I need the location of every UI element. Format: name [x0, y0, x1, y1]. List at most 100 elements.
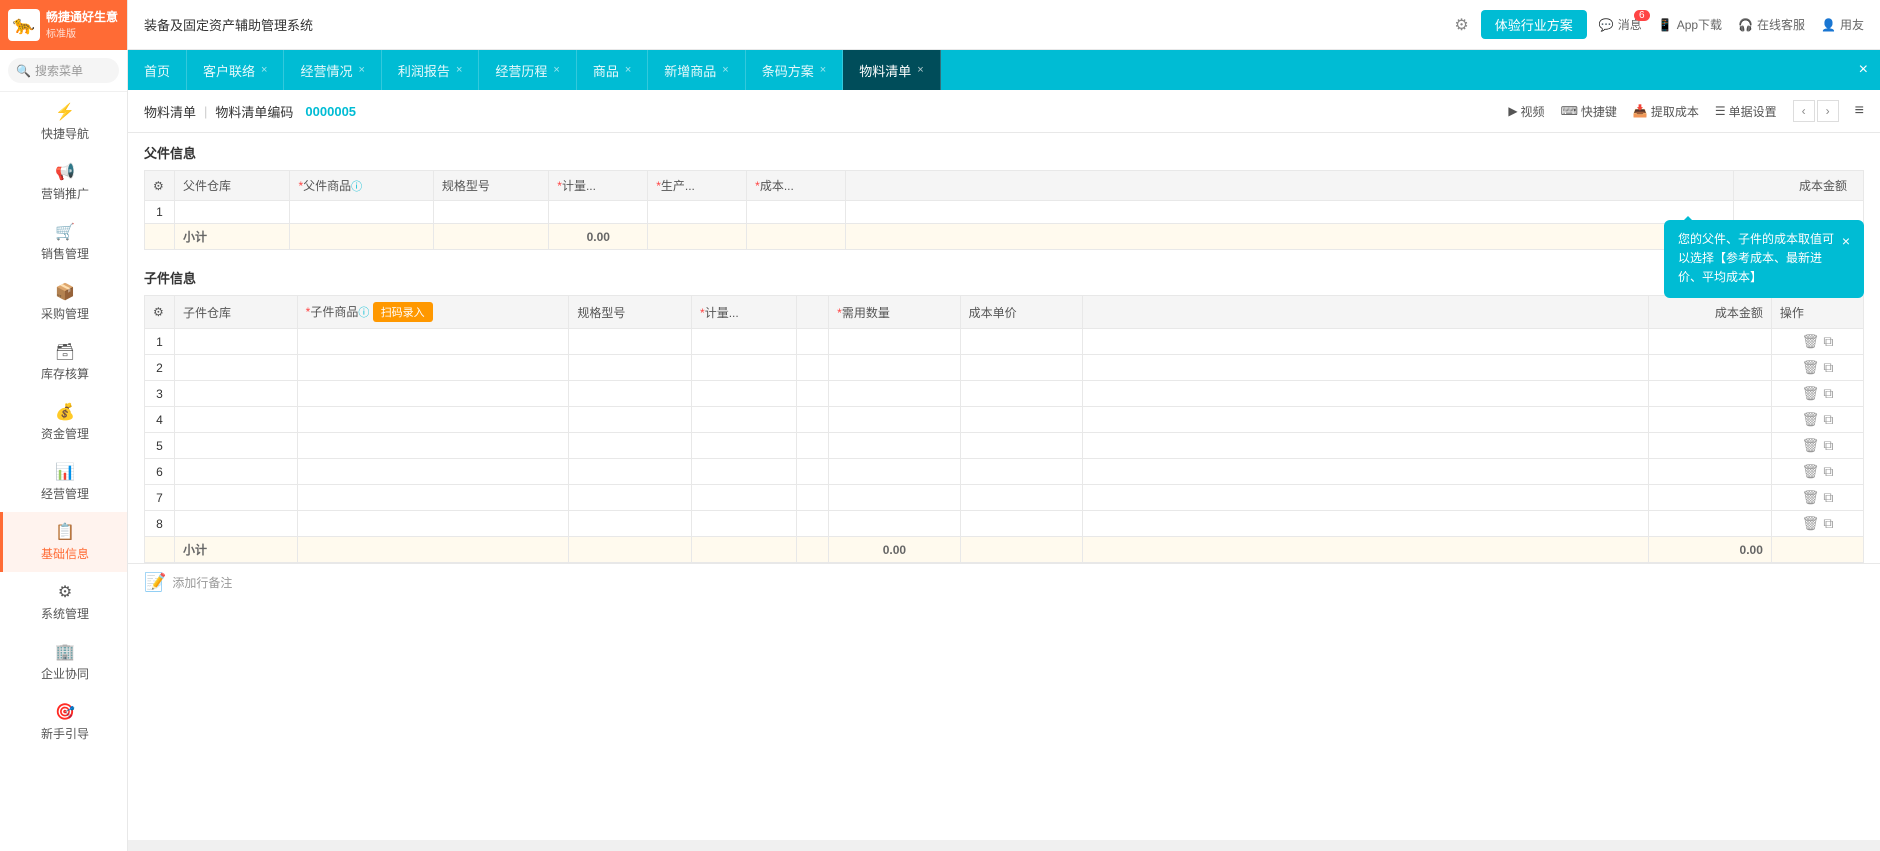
- child-row-unit[interactable]: [692, 407, 797, 433]
- tab-product-close[interactable]: ×: [625, 64, 631, 76]
- child-row-unit[interactable]: [692, 485, 797, 511]
- tab-barcode[interactable]: 条码方案 ×: [746, 50, 843, 90]
- sidebar-item-inventory[interactable]: 🗃 库存核算: [0, 332, 127, 392]
- copy-icon[interactable]: ⧉: [1823, 333, 1833, 350]
- parent-row-spec[interactable]: [433, 201, 548, 224]
- search-input-area[interactable]: 🔍 搜索菜单: [8, 58, 119, 83]
- child-row-quantity[interactable]: [829, 433, 960, 459]
- sidebar-item-finance[interactable]: 💰 资金管理: [0, 392, 127, 452]
- child-row-product[interactable]: [297, 511, 569, 537]
- child-row-unit[interactable]: [692, 381, 797, 407]
- child-row-product[interactable]: [297, 459, 569, 485]
- child-row-product[interactable]: [297, 485, 569, 511]
- delete-icon[interactable]: 🗑: [1802, 489, 1820, 506]
- child-row-unit-cost[interactable]: [960, 511, 1083, 537]
- parent-row-mfg[interactable]: [648, 201, 747, 224]
- sidebar-item-basic[interactable]: 📋 基础信息: [0, 512, 127, 572]
- child-row-quantity[interactable]: [829, 511, 960, 537]
- child-row-warehouse[interactable]: [175, 433, 298, 459]
- sidebar-item-marketing[interactable]: 📢 营销推广: [0, 152, 127, 212]
- child-row-unit-cost[interactable]: [960, 329, 1083, 355]
- child-row-product[interactable]: [297, 329, 569, 355]
- copy-icon[interactable]: ⧉: [1823, 463, 1833, 480]
- tab-product[interactable]: 商品 ×: [577, 50, 648, 90]
- child-row-quantity[interactable]: [829, 407, 960, 433]
- delete-icon[interactable]: 🗑: [1802, 359, 1820, 376]
- child-col-settings[interactable]: ⚙: [145, 296, 175, 329]
- child-row-warehouse[interactable]: [175, 511, 298, 537]
- delete-icon[interactable]: 🗑: [1802, 437, 1820, 454]
- close-all-tabs[interactable]: ×: [1847, 61, 1880, 79]
- online-service-button[interactable]: 🎧 在线客服: [1738, 16, 1805, 33]
- delete-icon[interactable]: 🗑: [1802, 411, 1820, 428]
- child-row-quantity[interactable]: [829, 355, 960, 381]
- tab-barcode-close[interactable]: ×: [820, 64, 826, 76]
- child-row-quantity[interactable]: [829, 485, 960, 511]
- sidebar-item-purchase[interactable]: 📦 采购管理: [0, 272, 127, 332]
- delete-icon[interactable]: 🗑: [1802, 385, 1820, 402]
- child-row-quantity[interactable]: [829, 381, 960, 407]
- child-row-spec[interactable]: [569, 381, 692, 407]
- parent-row-warehouse[interactable]: [175, 201, 290, 224]
- child-row-unit[interactable]: [692, 433, 797, 459]
- child-row-unit[interactable]: [692, 459, 797, 485]
- view-button[interactable]: ▶ 视频: [1508, 103, 1544, 120]
- child-row-warehouse[interactable]: [175, 485, 298, 511]
- tab-customer-close[interactable]: ×: [261, 64, 267, 76]
- child-row-quantity[interactable]: [829, 329, 960, 355]
- parent-row-unit[interactable]: [549, 201, 648, 224]
- child-row-warehouse[interactable]: [175, 329, 298, 355]
- tab-bom[interactable]: 物料清单 ×: [843, 50, 940, 90]
- trial-button[interactable]: 体验行业方案: [1481, 10, 1587, 39]
- child-row-spec[interactable]: [569, 355, 692, 381]
- sidebar-item-guide[interactable]: 🎯 新手引导: [0, 692, 127, 752]
- shortcut-button[interactable]: ⌨ 快捷键: [1561, 103, 1617, 120]
- tab-profit[interactable]: 利润报告 ×: [382, 50, 479, 90]
- copy-icon[interactable]: ⧉: [1823, 437, 1833, 454]
- sidebar-item-system[interactable]: ⚙ 系统管理: [0, 572, 127, 632]
- delete-icon[interactable]: 🗑: [1802, 515, 1820, 532]
- tab-customer[interactable]: 客户联络 ×: [187, 50, 284, 90]
- child-row-unit-cost[interactable]: [960, 459, 1083, 485]
- child-row-warehouse[interactable]: [175, 355, 298, 381]
- message-button[interactable]: 💬 消息 6: [1599, 16, 1642, 33]
- copy-icon[interactable]: ⧉: [1823, 515, 1833, 532]
- user-menu-button[interactable]: 👤 用友: [1821, 16, 1864, 33]
- child-row-warehouse[interactable]: [175, 381, 298, 407]
- settings-button[interactable]: ☰ 单据设置: [1715, 103, 1777, 120]
- child-row-quantity[interactable]: [829, 459, 960, 485]
- child-row-warehouse[interactable]: [175, 459, 298, 485]
- add-row-icon[interactable]: 📝: [144, 572, 166, 593]
- child-row-unit-cost[interactable]: [960, 433, 1083, 459]
- delete-icon[interactable]: 🗑: [1802, 333, 1820, 350]
- child-row-unit-cost[interactable]: [960, 485, 1083, 511]
- child-row-unit-cost[interactable]: [960, 407, 1083, 433]
- tooltip-close-button[interactable]: ×: [1842, 230, 1850, 252]
- copy-icon[interactable]: ⧉: [1823, 385, 1833, 402]
- child-row-spec[interactable]: [569, 407, 692, 433]
- tab-bom-close[interactable]: ×: [917, 64, 923, 76]
- child-row-unit-cost[interactable]: [960, 381, 1083, 407]
- parent-row-product[interactable]: [290, 201, 433, 224]
- app-download-button[interactable]: 📱 App下载: [1658, 16, 1722, 33]
- child-row-spec[interactable]: [569, 511, 692, 537]
- tab-operations[interactable]: 经营情况 ×: [284, 50, 381, 90]
- tab-profit-close[interactable]: ×: [456, 64, 462, 76]
- child-row-spec[interactable]: [569, 459, 692, 485]
- child-row-unit[interactable]: [692, 511, 797, 537]
- tab-operations-close[interactable]: ×: [358, 64, 364, 76]
- child-row-product[interactable]: [297, 407, 569, 433]
- next-arrow[interactable]: ›: [1817, 100, 1839, 122]
- tab-history[interactable]: 经营历程 ×: [479, 50, 576, 90]
- extract-cost-button[interactable]: 📥 提取成本: [1633, 103, 1699, 120]
- sidebar-item-operations[interactable]: 📊 经营管理: [0, 452, 127, 512]
- sidebar-item-sales[interactable]: 🛒 销售管理: [0, 212, 127, 272]
- child-row-product[interactable]: [297, 355, 569, 381]
- sidebar-item-enterprise[interactable]: 🏢 企业协同: [0, 632, 127, 692]
- breadcrumb-item1[interactable]: 物料清单: [144, 102, 196, 121]
- copy-icon[interactable]: ⧉: [1823, 489, 1833, 506]
- tab-history-close[interactable]: ×: [553, 64, 559, 76]
- child-row-spec[interactable]: [569, 485, 692, 511]
- child-row-warehouse[interactable]: [175, 407, 298, 433]
- parent-row-cost[interactable]: [747, 201, 846, 224]
